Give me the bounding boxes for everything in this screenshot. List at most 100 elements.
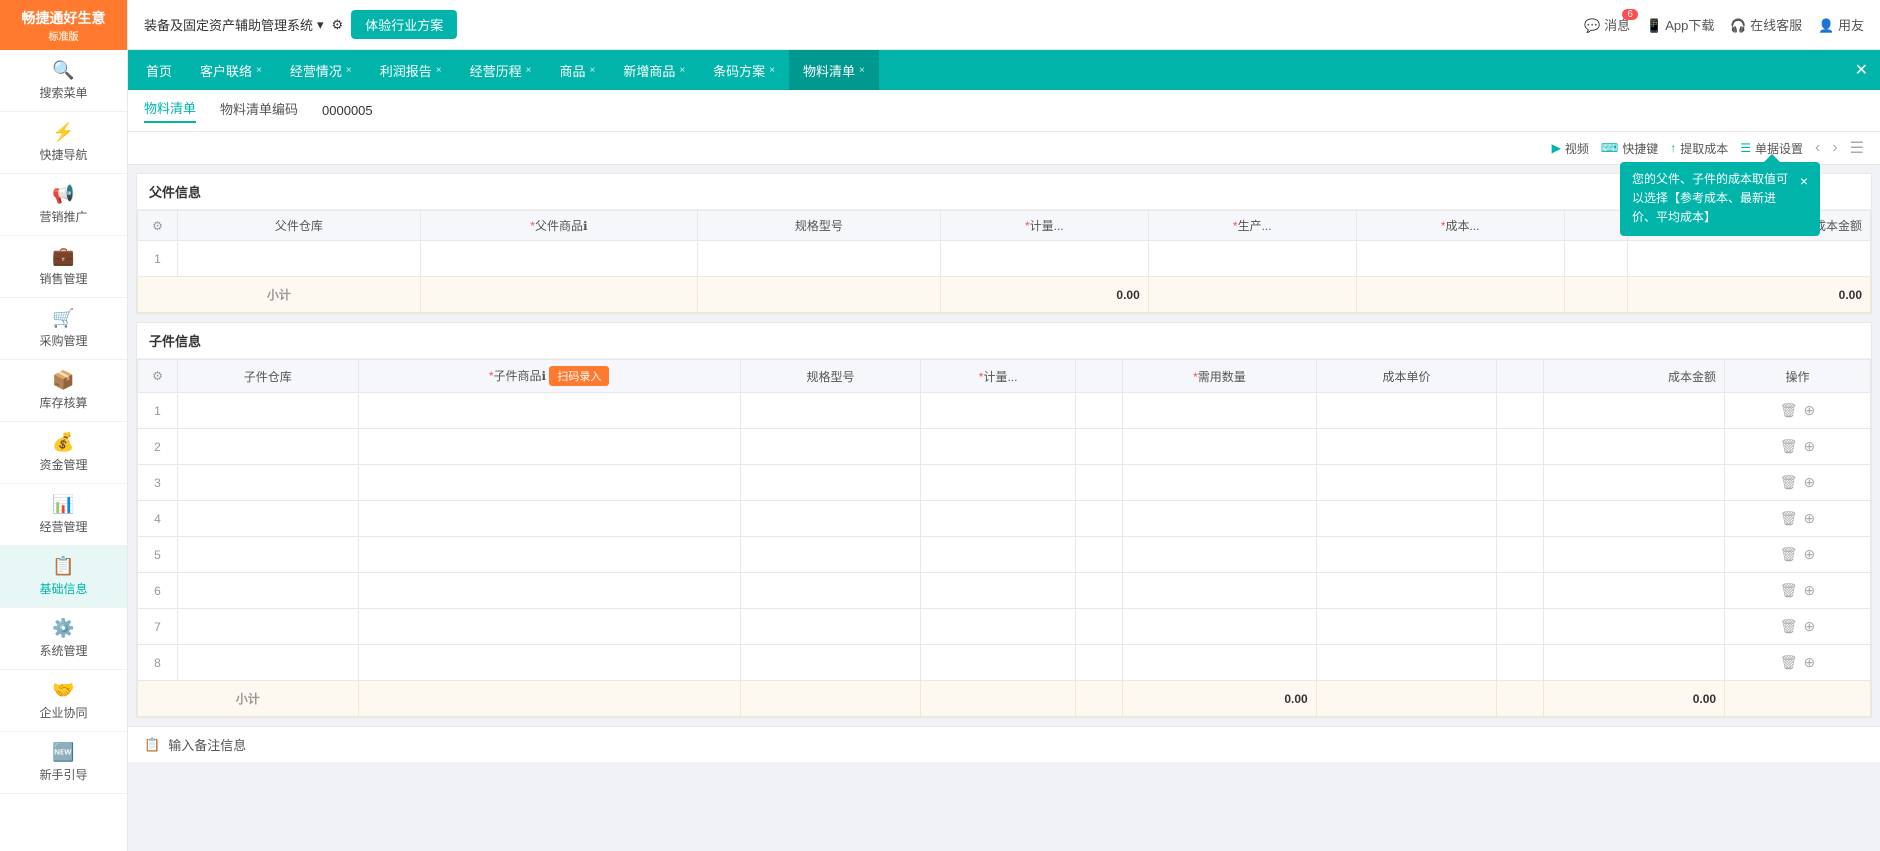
sidebar-item-guide[interactable]: 🆕 新手引导 (0, 732, 127, 794)
child-qty-7[interactable] (1123, 609, 1317, 645)
tab-bom-close[interactable]: × (859, 65, 865, 76)
copy-icon[interactable]: ⊕ (1804, 402, 1816, 419)
child-qty-8[interactable] (1123, 645, 1317, 681)
tab-bom[interactable]: 物料清单 × (789, 50, 879, 90)
tab-product[interactable]: 商品 × (545, 50, 609, 90)
child-qty-5[interactable] (1123, 537, 1317, 573)
tab-history[interactable]: 经营历程 × (456, 50, 546, 90)
child-qty-3[interactable] (1123, 465, 1317, 501)
child-spec-1[interactable] (740, 393, 921, 429)
tab-profit-close[interactable]: × (436, 65, 442, 76)
child-unit-5[interactable] (921, 537, 1076, 573)
tab-operation-status[interactable]: 经营情况 × (276, 50, 366, 90)
message-button[interactable]: 💬 6 消息 (1584, 15, 1630, 34)
gear-icon[interactable]: ⚙ (152, 219, 163, 233)
parent-product-cell[interactable] (420, 241, 697, 277)
child-warehouse-1[interactable] (178, 393, 359, 429)
child-product-1[interactable] (358, 393, 740, 429)
online-service-button[interactable]: 🎧 在线客服 (1730, 15, 1802, 34)
child-qty-2[interactable] (1123, 429, 1317, 465)
sidebar-item-collab[interactable]: 🤝 企业协同 (0, 670, 127, 732)
child-product-8[interactable] (358, 645, 740, 681)
child-unit-1[interactable] (921, 393, 1076, 429)
child-spec-3[interactable] (740, 465, 921, 501)
child-spec-7[interactable] (740, 609, 921, 645)
child-spec-6[interactable] (740, 573, 921, 609)
close-all-tabs[interactable]: ✕ (1847, 60, 1876, 80)
child-qty-6[interactable] (1123, 573, 1317, 609)
sidebar-item-basic-info[interactable]: 📋 基础信息 (0, 546, 127, 608)
tab-history-close[interactable]: × (526, 65, 532, 76)
extract-cost-button[interactable]: ↑ 提取成本 (1670, 140, 1728, 157)
sidebar-item-system[interactable]: ⚙️ 系统管理 (0, 608, 127, 670)
tab-operation-status-close[interactable]: × (346, 65, 352, 76)
child-unit-6[interactable] (921, 573, 1076, 609)
child-col-settings[interactable]: ⚙ (138, 360, 178, 393)
child-unit-cost-8[interactable] (1316, 645, 1497, 681)
tab-home[interactable]: 首页 (132, 50, 186, 90)
copy-icon[interactable]: ⊕ (1804, 546, 1816, 563)
child-spec-2[interactable] (740, 429, 921, 465)
tab-customer-close[interactable]: × (256, 65, 262, 76)
child-unit-cost-1[interactable] (1316, 393, 1497, 429)
child-unit-7[interactable] (921, 609, 1076, 645)
trial-button[interactable]: 体验行业方案 (351, 10, 457, 39)
sidebar-item-operation[interactable]: 📊 经营管理 (0, 484, 127, 546)
child-warehouse-5[interactable] (178, 537, 359, 573)
child-warehouse-6[interactable] (178, 573, 359, 609)
child-product-2[interactable] (358, 429, 740, 465)
child-unit-cost-2[interactable] (1316, 429, 1497, 465)
child-product-7[interactable] (358, 609, 740, 645)
user-menu[interactable]: 👤 用友 (1818, 15, 1864, 34)
sidebar-item-purchase[interactable]: 🛒 采购管理 (0, 298, 127, 360)
delete-icon[interactable]: 🗑 (1780, 618, 1798, 635)
child-qty-1[interactable] (1123, 393, 1317, 429)
delete-icon[interactable]: 🗑 (1780, 546, 1798, 563)
tab-barcode-close[interactable]: × (769, 65, 775, 76)
child-product-6[interactable] (358, 573, 740, 609)
child-spec-4[interactable] (740, 501, 921, 537)
system-selector[interactable]: 装备及固定资产辅助管理系统 ▾ (144, 15, 324, 34)
child-unit-4[interactable] (921, 501, 1076, 537)
child-unit-cost-5[interactable] (1316, 537, 1497, 573)
copy-icon[interactable]: ⊕ (1804, 654, 1816, 671)
gear-icon-child[interactable]: ⚙ (152, 369, 163, 383)
grid-icon[interactable]: ☰ (1850, 138, 1864, 158)
tab-add-product[interactable]: 新增商品 × (609, 50, 699, 90)
child-unit-cost-4[interactable] (1316, 501, 1497, 537)
settings-icon[interactable]: ⚙ (332, 17, 344, 33)
child-product-5[interactable] (358, 537, 740, 573)
tab-profit[interactable]: 利润报告 × (366, 50, 456, 90)
copy-icon[interactable]: ⊕ (1804, 438, 1816, 455)
tooltip-close-button[interactable]: × (1800, 170, 1808, 192)
child-spec-8[interactable] (740, 645, 921, 681)
child-spec-5[interactable] (740, 537, 921, 573)
delete-icon[interactable]: 🗑 (1780, 474, 1798, 491)
tab-add-product-close[interactable]: × (679, 65, 685, 76)
child-warehouse-4[interactable] (178, 501, 359, 537)
child-unit-2[interactable] (921, 429, 1076, 465)
parent-cost-cell[interactable] (1356, 241, 1564, 277)
nav-next-icon[interactable]: › (1832, 139, 1837, 157)
app-download-button[interactable]: 📱 App下载 (1646, 15, 1714, 34)
parent-col-settings[interactable]: ⚙ (138, 211, 178, 241)
sidebar-item-marketing[interactable]: 📢 营销推广 (0, 174, 127, 236)
child-product-3[interactable] (358, 465, 740, 501)
tab-customer[interactable]: 客户联络 × (186, 50, 276, 90)
sidebar-item-quick-nav[interactable]: ⚡ 快捷导航 (0, 112, 127, 174)
parent-warehouse-cell[interactable] (178, 241, 421, 277)
scan-button[interactable]: 扫码录入 (549, 366, 609, 386)
delete-icon[interactable]: 🗑 (1780, 654, 1798, 671)
sub-tab-bom[interactable]: 物料清单 (144, 98, 196, 123)
view-button[interactable]: ▶ 视频 (1552, 140, 1589, 157)
child-warehouse-8[interactable] (178, 645, 359, 681)
child-qty-4[interactable] (1123, 501, 1317, 537)
sidebar-item-inventory[interactable]: 📦 库存核算 (0, 360, 127, 422)
sidebar-item-finance[interactable]: 💰 资金管理 (0, 422, 127, 484)
tab-barcode[interactable]: 条码方案 × (699, 50, 789, 90)
copy-icon[interactable]: ⊕ (1804, 618, 1816, 635)
delete-icon[interactable]: 🗑 (1780, 510, 1798, 527)
delete-icon[interactable]: 🗑 (1780, 438, 1798, 455)
child-product-4[interactable] (358, 501, 740, 537)
copy-icon[interactable]: ⊕ (1804, 474, 1816, 491)
